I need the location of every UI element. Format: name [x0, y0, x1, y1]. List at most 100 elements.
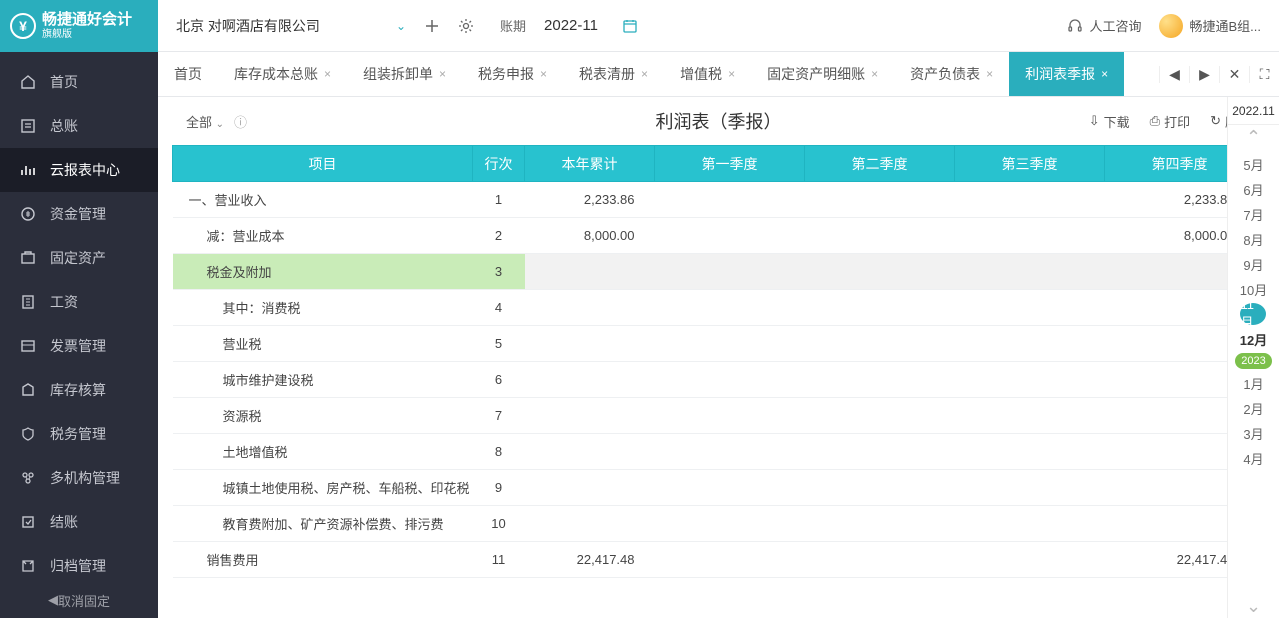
- close-icon[interactable]: ×: [324, 67, 331, 81]
- col-header-4: 第二季度: [805, 146, 955, 182]
- cancel-fixed-button[interactable]: ◀ 取消固定: [0, 582, 158, 618]
- filter-all-dropdown[interactable]: 全部 ⌄: [186, 112, 224, 131]
- tab-2[interactable]: 组装拆卸单×: [347, 52, 462, 96]
- col-header-2: 本年累计: [525, 146, 655, 182]
- rail-month[interactable]: 4月: [1235, 447, 1271, 469]
- period-value[interactable]: 2022-11: [544, 17, 598, 34]
- sidebar-item-2[interactable]: 云报表中心: [0, 148, 158, 192]
- tab-7[interactable]: 资产负债表 ×: [894, 52, 1009, 96]
- close-icon[interactable]: ×: [1101, 67, 1108, 81]
- cell-idx: 9: [473, 470, 525, 506]
- rail-month[interactable]: 7月: [1235, 203, 1271, 225]
- table-row[interactable]: 土地增值税8: [173, 434, 1255, 470]
- rail-month[interactable]: 5月: [1235, 153, 1271, 175]
- cell-ytd: [525, 470, 655, 506]
- tabs-next-button[interactable]: ▶: [1189, 66, 1219, 83]
- rail-month[interactable]: 6月: [1235, 178, 1271, 200]
- rail-down-button[interactable]: ⌄: [1228, 594, 1279, 618]
- sidebar-item-label: 结账: [50, 512, 78, 532]
- tab-label: 利润表季报: [1025, 64, 1095, 84]
- tabs-close-button[interactable]: ✕: [1219, 66, 1249, 83]
- sidebar-item-11[interactable]: 归档管理: [0, 544, 158, 582]
- table-row[interactable]: 销售费用1122,417.4822,417.48: [173, 542, 1255, 578]
- sidebar-item-8[interactable]: 税务管理: [0, 412, 158, 456]
- sidebar-item-4[interactable]: 固定资产: [0, 236, 158, 280]
- sidebar-item-6[interactable]: 发票管理: [0, 324, 158, 368]
- fullscreen-button[interactable]: ⛶: [1249, 66, 1279, 83]
- cell-name: 其中：消费税: [173, 290, 473, 326]
- add-button[interactable]: [424, 18, 440, 34]
- table-row[interactable]: 城市维护建设税6: [173, 362, 1255, 398]
- tab-0[interactable]: 首页: [158, 52, 218, 96]
- cell-q2: [805, 326, 955, 362]
- brand-subtitle: 旗舰版: [42, 29, 132, 40]
- cell-q2: [805, 542, 955, 578]
- cell-idx: 10: [473, 506, 525, 542]
- cell-name: 城市维护建设税: [173, 362, 473, 398]
- nav-icon: [18, 205, 38, 223]
- close-icon[interactable]: ×: [540, 67, 547, 81]
- sidebar-item-10[interactable]: 结账: [0, 500, 158, 544]
- table-row[interactable]: 其中：消费税4: [173, 290, 1255, 326]
- tabs-bar: 首页库存成本总账×组装拆卸单×税务申报×税表清册×增值税×固定资产明细账×资产负…: [158, 52, 1279, 97]
- sidebar-item-9[interactable]: 多机构管理: [0, 456, 158, 500]
- cell-ytd: [525, 326, 655, 362]
- rail-up-button[interactable]: ⌃: [1228, 125, 1279, 149]
- cell-q3: [955, 326, 1105, 362]
- cell-ytd: [525, 398, 655, 434]
- table-row[interactable]: 教育费附加、矿产资源补偿费、排污费10: [173, 506, 1255, 542]
- tab-4[interactable]: 税表清册 ×: [563, 52, 664, 96]
- tab-label: 库存成本总账: [234, 64, 318, 84]
- user-menu[interactable]: 畅捷通B组...: [1159, 14, 1261, 38]
- cell-q3: [955, 434, 1105, 470]
- cell-q3: [955, 470, 1105, 506]
- tab-label: 税表清册: [579, 64, 635, 84]
- table-row[interactable]: 资源税7: [173, 398, 1255, 434]
- sidebar-item-7[interactable]: 库存核算: [0, 368, 158, 412]
- rail-month[interactable]: 9月: [1235, 253, 1271, 275]
- report-toolbar: 全部 ⌄ ⓘ 利润表（季报） ⇩下载 ⎙打印 ↻刷新: [158, 97, 1279, 145]
- rail-month[interactable]: 3月: [1235, 422, 1271, 444]
- close-icon[interactable]: ×: [986, 67, 993, 81]
- cell-name: 教育费附加、矿产资源补偿费、排污费: [173, 506, 473, 542]
- table-row[interactable]: 一、营业收入12,233.862,233.86: [173, 182, 1255, 218]
- close-icon[interactable]: ×: [641, 67, 648, 81]
- print-button[interactable]: ⎙打印: [1150, 112, 1190, 131]
- tab-6[interactable]: 固定资产明细账×: [751, 52, 894, 96]
- sidebar-item-1[interactable]: 总账: [0, 104, 158, 148]
- rail-month[interactable]: 2月: [1235, 397, 1271, 419]
- tab-8[interactable]: 利润表季报 ×: [1009, 52, 1124, 96]
- company-selector[interactable]: 北京 对啊酒店有限公司 ⌄: [176, 16, 406, 36]
- table-row[interactable]: 税金及附加3: [173, 254, 1255, 290]
- download-button[interactable]: ⇩下载: [1089, 112, 1130, 131]
- cell-ytd: [525, 290, 655, 326]
- rail-current-period[interactable]: 2022.11: [1228, 97, 1279, 125]
- rail-month[interactable]: 11月: [1235, 303, 1271, 325]
- rail-month[interactable]: 8月: [1235, 228, 1271, 250]
- tab-3[interactable]: 税务申报×: [462, 52, 563, 96]
- brand-logo[interactable]: ¥ 畅捷通好会计 旗舰版: [0, 0, 158, 52]
- sidebar-item-label: 归档管理: [50, 556, 106, 576]
- sidebar-item-5[interactable]: 工资: [0, 280, 158, 324]
- table-row[interactable]: 营业税5: [173, 326, 1255, 362]
- sidebar-item-label: 固定资产: [50, 248, 106, 268]
- rail-month[interactable]: 12月: [1235, 328, 1271, 350]
- sidebar-item-0[interactable]: 首页: [0, 60, 158, 104]
- close-icon[interactable]: ×: [439, 67, 446, 81]
- help-icon[interactable]: ⓘ: [234, 112, 247, 131]
- tab-label: 资产负债表: [910, 64, 980, 84]
- table-row[interactable]: 减：营业成本28,000.008,000.00: [173, 218, 1255, 254]
- close-icon[interactable]: ×: [871, 67, 878, 81]
- consult-button[interactable]: 人工咨询: [1067, 16, 1141, 35]
- settings-icon[interactable]: [458, 18, 474, 34]
- sidebar-item-3[interactable]: 资金管理: [0, 192, 158, 236]
- tabs-prev-button[interactable]: ◀: [1159, 66, 1189, 83]
- cell-q2: [805, 182, 955, 218]
- rail-month[interactable]: 1月: [1235, 372, 1271, 394]
- tab-1[interactable]: 库存成本总账 ×: [218, 52, 347, 96]
- calendar-icon[interactable]: [622, 18, 638, 34]
- table-row[interactable]: 城镇土地使用税、房产税、车船税、印花税9: [173, 470, 1255, 506]
- tab-5[interactable]: 增值税×: [664, 52, 751, 96]
- close-icon[interactable]: ×: [728, 67, 735, 81]
- nav-icon: [18, 117, 38, 135]
